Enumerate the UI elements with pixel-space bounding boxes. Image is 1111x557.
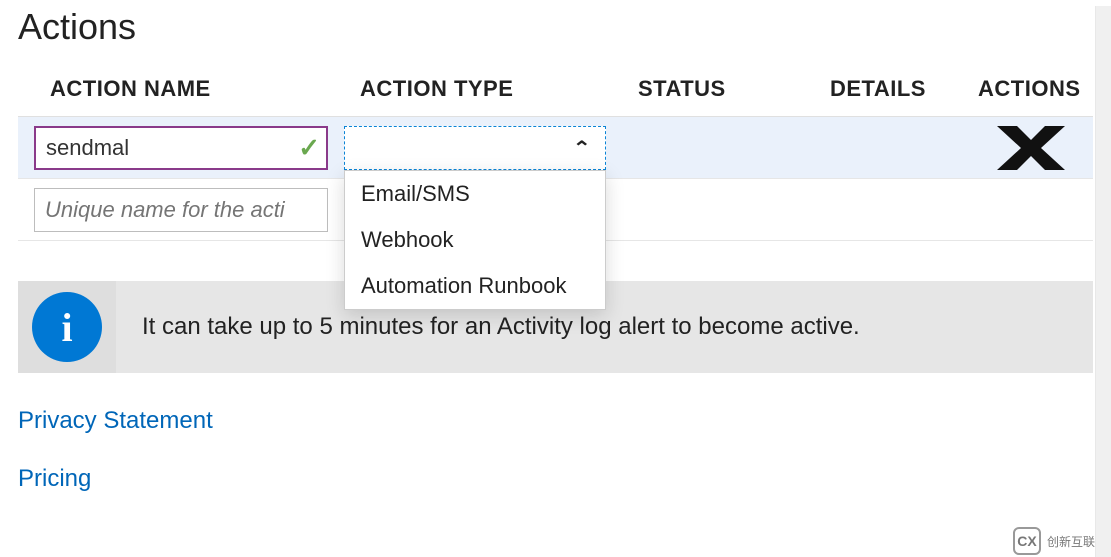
- action-name-input[interactable]: [34, 126, 328, 170]
- privacy-statement-link[interactable]: Privacy Statement: [18, 407, 1093, 435]
- watermark: CX 创新互联: [1013, 527, 1095, 555]
- checkmark-icon: ✓: [298, 132, 320, 163]
- header-details: DETAILS: [830, 76, 978, 102]
- action-type-select[interactable]: ⌃: [344, 126, 606, 170]
- page-title: Actions: [18, 6, 1093, 48]
- close-icon: [993, 122, 1069, 174]
- chevron-up-icon: ⌃: [573, 137, 591, 158]
- watermark-logo-icon: CX: [1013, 527, 1041, 555]
- table-header: ACTION NAME ACTION TYPE STATUS DETAILS A…: [18, 76, 1093, 117]
- info-message: It can take up to 5 minutes for an Activ…: [116, 313, 860, 341]
- info-icon: i: [32, 292, 102, 362]
- pricing-link[interactable]: Pricing: [18, 465, 1093, 493]
- dropdown-item-automation-runbook[interactable]: Automation Runbook: [345, 263, 605, 309]
- dropdown-item-email-sms[interactable]: Email/SMS: [345, 171, 605, 217]
- header-action-name: ACTION NAME: [50, 76, 360, 102]
- watermark-text: 创新互联: [1047, 533, 1095, 550]
- table-row: ✓ ⌃ Email/SMS Webhook Automation Runbook: [18, 117, 1093, 179]
- action-name-new-input[interactable]: [34, 188, 328, 232]
- delete-button[interactable]: [993, 122, 1069, 174]
- scrollbar[interactable]: [1095, 6, 1111, 557]
- info-icon-tile: i: [18, 281, 116, 373]
- header-actions: ACTIONS: [978, 76, 1081, 102]
- header-action-type: ACTION TYPE: [360, 76, 638, 102]
- action-type-dropdown: Email/SMS Webhook Automation Runbook: [344, 170, 606, 310]
- header-status: STATUS: [638, 76, 830, 102]
- dropdown-item-webhook[interactable]: Webhook: [345, 217, 605, 263]
